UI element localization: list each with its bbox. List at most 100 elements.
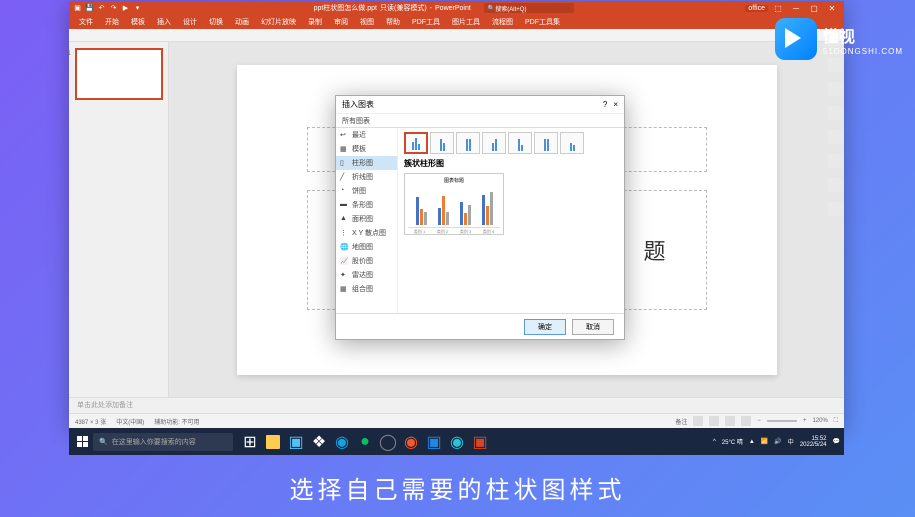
zoom-slider[interactable] (767, 420, 797, 422)
tab-insert[interactable]: 插入 (151, 15, 177, 29)
chart-subtype-pane: 簇状柱形图 图表标题 类别 1 类别 2 类别 3 类别 4 (398, 128, 624, 313)
zoom-out-icon[interactable]: − (757, 418, 761, 424)
panel-icons-icon[interactable] (828, 130, 842, 144)
wechat-icon[interactable]: ● (354, 431, 376, 453)
tab-home[interactable]: 开始 (99, 15, 125, 29)
panel-design-icon[interactable] (828, 58, 842, 72)
tab-review[interactable]: 审阅 (328, 15, 354, 29)
tab-pdf[interactable]: PDF工具 (406, 15, 446, 29)
minimize-icon[interactable]: ─ (788, 1, 804, 15)
normal-view-icon[interactable] (693, 416, 703, 426)
tab-help[interactable]: 帮助 (380, 15, 406, 29)
slide-thumbnail-1[interactable]: 1 (75, 48, 163, 100)
category-recent[interactable]: ↩最近 (336, 128, 397, 142)
reading-view-icon[interactable] (725, 416, 735, 426)
map-chart-icon: 🌐 (340, 243, 349, 252)
ok-button[interactable]: 确定 (524, 319, 566, 335)
watermark-brand: 懂视 (823, 23, 903, 47)
category-stock[interactable]: 📈股价图 (336, 254, 397, 268)
notifications-icon[interactable]: 💬 (833, 438, 840, 445)
search-icon: 🔍 (99, 438, 108, 446)
explorer-icon[interactable] (266, 435, 280, 449)
network-icon[interactable]: 📶 (761, 438, 768, 445)
panel-transition-icon[interactable] (828, 82, 842, 96)
tab-pdf-toolset[interactable]: PDF工具集 (519, 15, 566, 29)
notes-pane[interactable]: 单击此处添加备注 (69, 397, 844, 413)
tab-view[interactable]: 视图 (354, 15, 380, 29)
close-icon[interactable]: ✕ (824, 1, 840, 15)
app-icon-4[interactable]: ◉ (400, 431, 422, 453)
present-icon[interactable]: ▶ (121, 4, 130, 13)
subtype-3d-100-stacked[interactable] (534, 132, 558, 154)
fit-window-icon[interactable]: ⛶ (834, 418, 838, 425)
sorter-view-icon[interactable] (709, 416, 719, 426)
save-icon[interactable]: 💾 (85, 4, 94, 13)
tab-template[interactable]: 模板 (125, 15, 151, 29)
tab-slideshow[interactable]: 幻灯片放映 (255, 15, 302, 29)
tab-record[interactable]: 录制 (302, 15, 328, 29)
maximize-icon[interactable]: ▢ (806, 1, 822, 15)
category-template[interactable]: ▦模板 (336, 142, 397, 156)
category-map[interactable]: 🌐地图图 (336, 240, 397, 254)
weather-widget[interactable]: 25°C 晴 (722, 437, 743, 446)
app-icon-6[interactable]: ◉ (446, 431, 468, 453)
tab-file[interactable]: 文件 (73, 15, 99, 29)
subtype-stacked-column[interactable] (430, 132, 454, 154)
task-view-icon[interactable]: ⊞ (239, 431, 261, 453)
subtype-3d-stacked[interactable] (508, 132, 532, 154)
panel-shapes-icon[interactable] (828, 106, 842, 120)
watermark: 懂视 51DONGSHI.COM (775, 18, 903, 60)
accessibility-status[interactable]: 辅助功能: 不可用 (154, 417, 199, 426)
taskbar-search[interactable]: 🔍 在这里输入你要搜索的内容 (93, 433, 233, 451)
overflow-icon[interactable]: ▾ (133, 4, 142, 13)
column-chart-icon: ▯ (340, 159, 349, 168)
tab-design[interactable]: 设计 (177, 15, 203, 29)
search-box[interactable]: 🔍 搜索(Alt+Q) (484, 3, 574, 13)
tab-animation[interactable]: 动画 (229, 15, 255, 29)
undo-icon[interactable]: ↶ (97, 4, 106, 13)
category-bar[interactable]: ▬条形图 (336, 198, 397, 212)
panel-table-icon[interactable] (828, 178, 842, 192)
tab-picture-tools[interactable]: 图片工具 (446, 15, 486, 29)
notes-button[interactable]: 备注 (675, 417, 687, 426)
volume-icon[interactable]: 🔊 (774, 438, 781, 445)
app-icon-3[interactable]: ◯ (377, 431, 399, 453)
category-combo[interactable]: ▦组合图 (336, 282, 397, 296)
redo-icon[interactable]: ↷ (109, 4, 118, 13)
subtype-100-stacked-column[interactable] (456, 132, 480, 154)
clock-date[interactable]: 2022/5/24 (800, 442, 827, 448)
dialog-tab[interactable]: 所有图表 (336, 114, 624, 128)
tray-icon-1[interactable]: ▲ (749, 439, 755, 445)
language-indicator[interactable]: 中文(中国) (116, 417, 144, 426)
slideshow-view-icon[interactable] (741, 416, 751, 426)
panel-more-icon[interactable] (828, 202, 842, 216)
tab-flowchart[interactable]: 流程图 (486, 15, 519, 29)
slides-panel[interactable]: 1 (69, 42, 169, 397)
app-icon-1[interactable]: ▣ (285, 431, 307, 453)
category-column[interactable]: ▯柱形图 (336, 156, 397, 170)
category-pie[interactable]: ◔饼图 (336, 184, 397, 198)
powerpoint-taskbar-icon[interactable]: ▣ (469, 431, 491, 453)
dialog-help-icon[interactable]: ? (603, 100, 607, 109)
app-icon-5[interactable]: ▣ (423, 431, 445, 453)
category-line[interactable]: ╱折线图 (336, 170, 397, 184)
dialog-close-icon[interactable]: × (613, 100, 618, 109)
tray-overflow-icon[interactable]: ^ (713, 439, 716, 445)
subtype-3d-clustered[interactable] (482, 132, 506, 154)
category-area[interactable]: ▲面积图 (336, 212, 397, 226)
zoom-in-icon[interactable]: + (803, 418, 807, 424)
subtype-3d-column[interactable] (560, 132, 584, 154)
zoom-value[interactable]: 120% (812, 418, 827, 424)
ime-icon[interactable]: 中 (788, 437, 794, 446)
category-radar[interactable]: ✦雷达图 (336, 268, 397, 282)
slide-counter: 4387 × 3 张 (75, 417, 106, 426)
start-button[interactable] (73, 433, 91, 451)
tab-transition[interactable]: 切换 (203, 15, 229, 29)
edge-icon[interactable]: ◉ (331, 431, 353, 453)
cancel-button[interactable]: 取消 (572, 319, 614, 335)
panel-master-icon[interactable] (828, 154, 842, 168)
app-icon-2[interactable]: ❖ (308, 431, 330, 453)
ribbon-display-icon[interactable]: ⬚ (770, 1, 786, 15)
subtype-clustered-column[interactable] (404, 132, 428, 154)
category-scatter[interactable]: ⋮X Y 散点图 (336, 226, 397, 240)
